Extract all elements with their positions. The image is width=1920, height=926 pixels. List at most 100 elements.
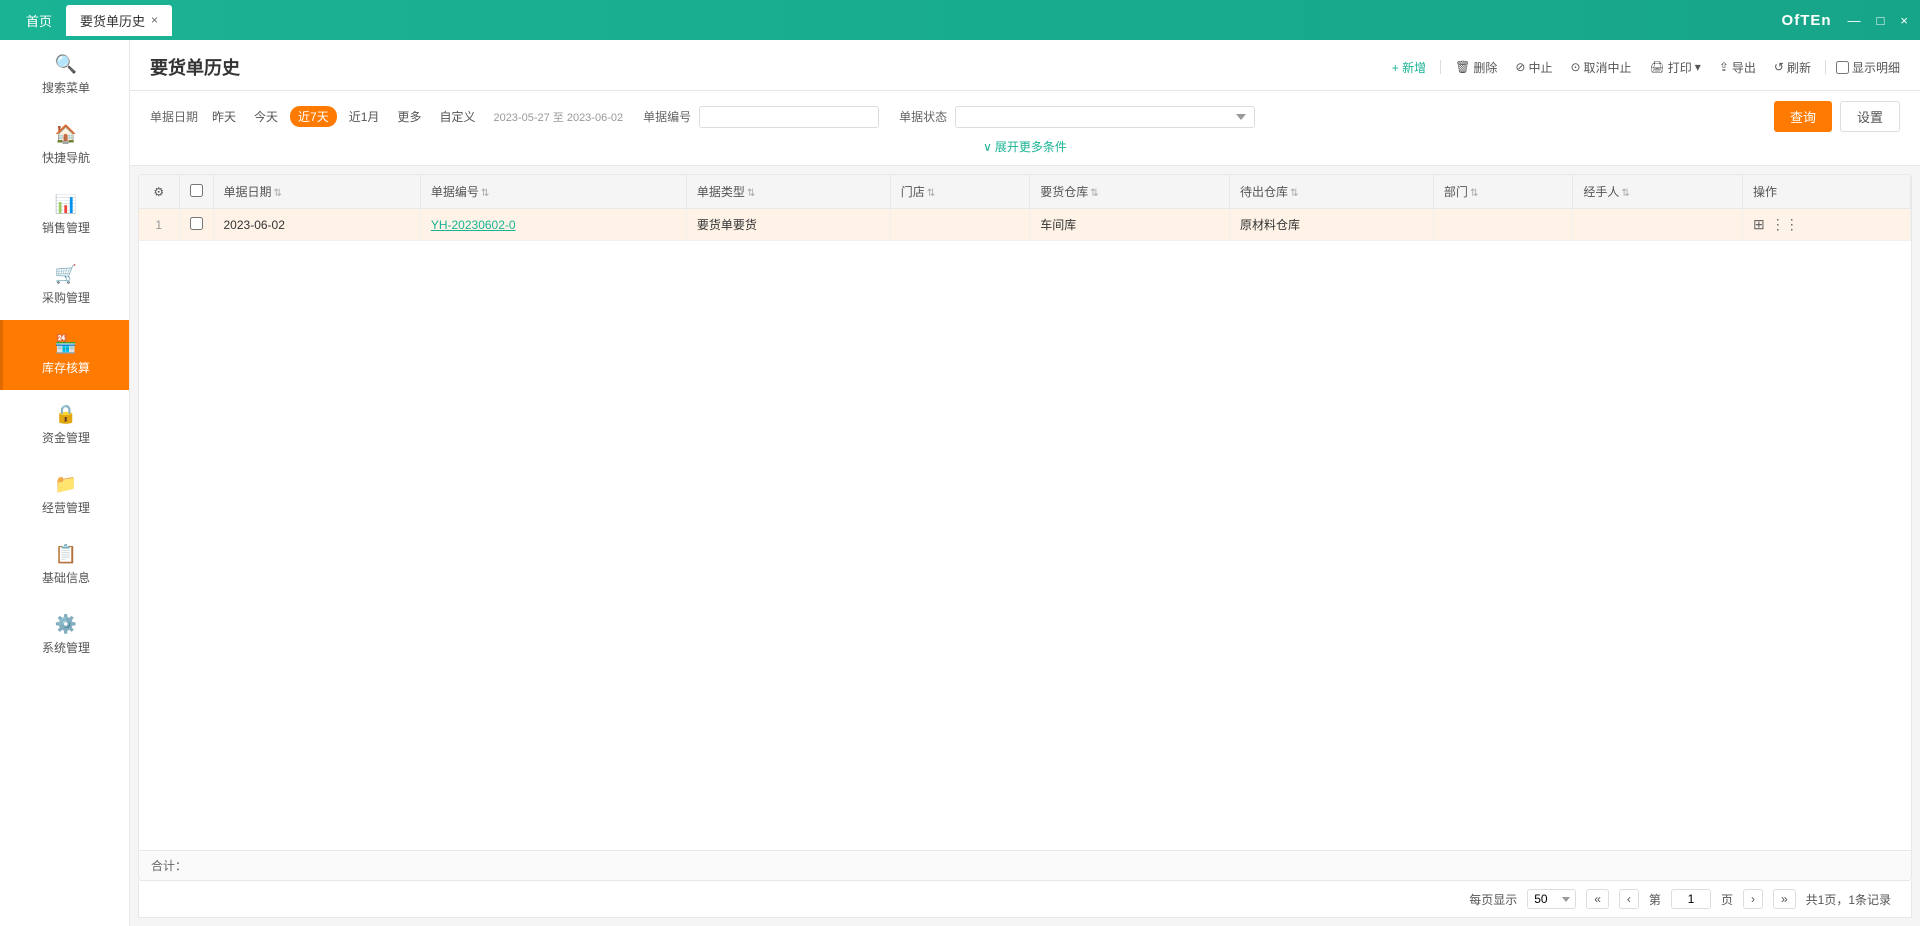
row-handler: [1573, 209, 1743, 241]
tab-close-icon[interactable]: ×: [151, 13, 158, 27]
date-range-display: 2023-05-27 至 2023-06-02: [493, 109, 623, 125]
query-button[interactable]: 查询: [1774, 101, 1832, 132]
row-actions: ⊞ ⋮⋮: [1742, 209, 1910, 241]
print-icon: 🖨: [1650, 60, 1665, 74]
th-type: 单据类型⇅: [686, 175, 890, 209]
date-btn-more[interactable]: 更多: [391, 106, 427, 127]
next-page-button[interactable]: ›: [1743, 889, 1763, 909]
prev-page-button[interactable]: ‹: [1619, 889, 1639, 909]
sales-icon: 📊: [55, 194, 77, 215]
first-page-button[interactable]: «: [1586, 889, 1609, 909]
doc-number-input[interactable]: [699, 106, 879, 128]
th-pending-warehouse: 待出仓库⇅: [1230, 175, 1434, 209]
pagination-bar: 每页显示 50 10 20 100 « ‹ 第 页 › » 共1页，1条记录: [138, 881, 1912, 918]
table-settings-th[interactable]: ⚙: [139, 175, 179, 209]
sidebar-item-operations[interactable]: 📁 经营管理: [0, 460, 129, 530]
th-number: 单据编号⇅: [420, 175, 686, 209]
sidebar-item-finance[interactable]: 🔒 资金管理: [0, 390, 129, 460]
cancel-stop-icon: ⊙: [1570, 60, 1580, 74]
sort-date-icon[interactable]: ⇅: [274, 188, 282, 199]
print-button[interactable]: 🖨 打印 ▾: [1646, 57, 1705, 78]
page-header: 要货单历史 + 新增 🗑 删除 ⊘ 中止 ⊙ 取消中止 🖨 打: [130, 40, 1920, 91]
table-checkbox-th[interactable]: [179, 175, 213, 209]
expand-down-icon: ∨: [983, 140, 992, 154]
system-icon: ⚙️: [55, 614, 77, 635]
doc-status-select[interactable]: [955, 106, 1255, 128]
window-minimize[interactable]: —: [1848, 13, 1861, 28]
sort-pending-wh-icon[interactable]: ⇅: [1290, 188, 1298, 199]
filter-actions: 查询 设置: [1774, 101, 1900, 132]
select-all-checkbox[interactable]: [190, 184, 203, 197]
delete-button[interactable]: 🗑 删除: [1451, 57, 1501, 78]
sidebar-label-finance: 资金管理: [42, 429, 90, 446]
row-type: 要货单要货: [686, 209, 890, 241]
expand-more-btn[interactable]: ∨ 展开更多条件: [150, 138, 1900, 155]
detail-checkbox-input[interactable]: [1836, 61, 1849, 74]
sidebar-item-purchase[interactable]: 🛒 采购管理: [0, 250, 129, 320]
sidebar-item-basicinfo[interactable]: 📋 基础信息: [0, 530, 129, 600]
sidebar-item-search[interactable]: 🔍 搜索菜单: [0, 40, 129, 110]
date-btn-today[interactable]: 今天: [248, 106, 284, 127]
sort-dept-icon[interactable]: ⇅: [1470, 188, 1478, 199]
page-number-input[interactable]: [1671, 889, 1711, 909]
th-store: 门店⇅: [890, 175, 1029, 209]
per-page-select[interactable]: 50 10 20 100: [1527, 889, 1576, 909]
window-maximize[interactable]: □: [1877, 13, 1885, 28]
sort-type-icon[interactable]: ⇅: [747, 188, 755, 199]
sidebar-label-operations: 经营管理: [42, 499, 90, 516]
show-detail-checkbox[interactable]: 显示明细: [1836, 59, 1900, 76]
page-title: 要货单历史: [150, 54, 240, 80]
row-more-icon[interactable]: ⋮⋮: [1771, 216, 1799, 233]
last-page-button[interactable]: »: [1773, 889, 1796, 909]
operations-icon: 📁: [55, 474, 77, 495]
row-view-icon[interactable]: ⊞: [1753, 216, 1765, 233]
date-btn-custom[interactable]: 自定义: [433, 106, 481, 127]
th-department: 部门⇅: [1433, 175, 1572, 209]
doc-number-filter-item: 单据编号: [643, 106, 879, 128]
sidebar-item-inventory[interactable]: 🏪 库存核算: [0, 320, 129, 390]
summary-label: 合计：: [151, 859, 187, 873]
date-filter-item: 单据日期 昨天 今天 近7天 近1月 更多 自定义 2023-05-27 至 2…: [150, 106, 623, 127]
table-header-row: ⚙ 单据日期⇅ 单据编号⇅ 单据类型⇅ 门店⇅ 要货仓库⇅ 待出仓库⇅ 部门⇅ …: [139, 175, 1911, 209]
row-number[interactable]: YH-20230602-0: [420, 209, 686, 241]
cancel-stop-button[interactable]: ⊙ 取消中止: [1566, 57, 1635, 78]
date-btn-7days[interactable]: 近7天: [290, 106, 337, 127]
new-button[interactable]: + 新增: [1388, 57, 1430, 78]
sidebar-label-sales: 销售管理: [42, 219, 90, 236]
sort-number-icon[interactable]: ⇅: [481, 188, 489, 199]
tab-home[interactable]: 首页: [12, 5, 66, 36]
finance-icon: 🔒: [55, 404, 77, 425]
settings-button[interactable]: 设置: [1840, 101, 1900, 132]
table-row: 1 2023-06-02 YH-20230602-0 要货单要货 车间库 原材料…: [139, 209, 1911, 241]
export-button[interactable]: ⇪ 导出: [1715, 57, 1760, 78]
sidebar-item-system[interactable]: ⚙️ 系统管理: [0, 600, 129, 670]
window-close[interactable]: ×: [1900, 13, 1908, 28]
refresh-button[interactable]: ↺ 刷新: [1770, 57, 1815, 78]
row-checkbox-cell[interactable]: [179, 209, 213, 241]
inventory-icon: 🏪: [55, 334, 77, 355]
top-bar-right: OfTEn — □ ×: [1782, 12, 1908, 29]
sidebar-label-search: 搜索菜单: [42, 79, 90, 96]
top-bar: 首页 要货单历史 × OfTEn — □ ×: [0, 0, 1920, 40]
sort-store-icon[interactable]: ⇅: [927, 188, 935, 199]
tab-active[interactable]: 要货单历史 ×: [66, 5, 172, 36]
sidebar-item-quicknav[interactable]: 🏠 快捷导航: [0, 110, 129, 180]
sort-req-wh-icon[interactable]: ⇅: [1090, 188, 1098, 199]
date-btn-yesterday[interactable]: 昨天: [206, 106, 242, 127]
table-footer: 合计：: [139, 850, 1911, 880]
row-checkbox[interactable]: [190, 217, 203, 230]
filter-area: 单据日期 昨天 今天 近7天 近1月 更多 自定义 2023-05-27 至 2…: [130, 91, 1920, 166]
doc-number-label: 单据编号: [643, 108, 691, 125]
row-req-warehouse: 车间库: [1030, 209, 1230, 241]
sidebar-label-quicknav: 快捷导航: [42, 149, 90, 166]
row-settings: 1: [139, 209, 179, 241]
brand-logo: OfTEn: [1782, 12, 1832, 29]
stop-button[interactable]: ⊘ 中止: [1511, 57, 1556, 78]
doc-status-filter-item: 单据状态: [899, 106, 1255, 128]
sort-handler-icon[interactable]: ⇅: [1621, 188, 1629, 199]
sidebar-item-sales[interactable]: 📊 销售管理: [0, 180, 129, 250]
search-icon: 🔍: [55, 54, 77, 75]
date-btn-1month[interactable]: 近1月: [343, 106, 386, 127]
table-container: ⚙ 单据日期⇅ 单据编号⇅ 单据类型⇅ 门店⇅ 要货仓库⇅ 待出仓库⇅ 部门⇅ …: [139, 175, 1911, 850]
total-info: 共1页，1条记录: [1806, 891, 1891, 908]
